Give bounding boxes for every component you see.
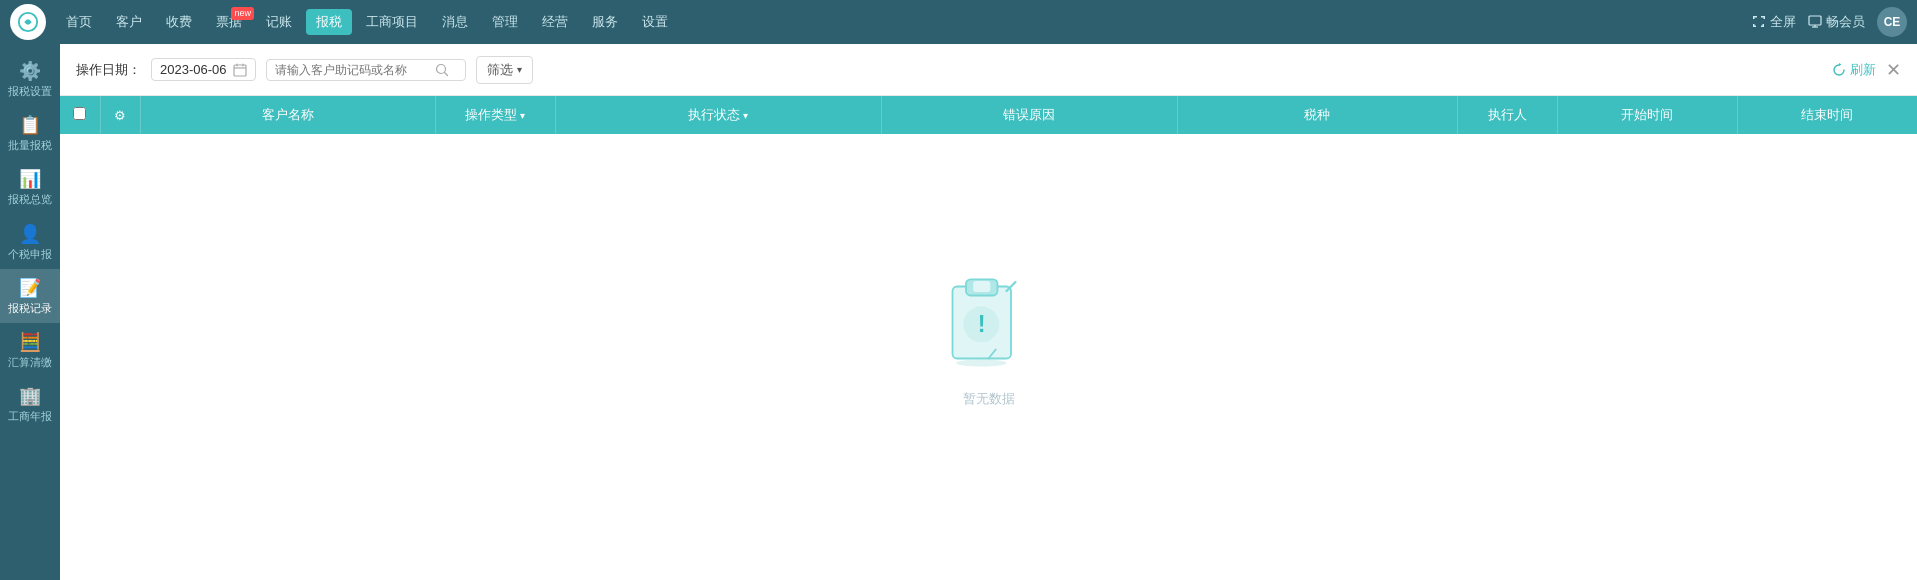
data-table: ⚙ 客户名称操作类型▾执行状态▾错误原因税种执行人开始时间结束时间 xyxy=(60,96,1917,134)
tax-settings-icon: ⚙️ xyxy=(19,60,41,82)
member-button[interactable]: 畅会员 xyxy=(1808,13,1865,31)
search-box[interactable] xyxy=(266,59,466,81)
nav-item-business[interactable]: 工商项目 xyxy=(356,9,428,35)
th-gear: ⚙ xyxy=(100,96,140,134)
sidebar-item-personal-tax[interactable]: 👤 个税申报 xyxy=(0,215,60,269)
filter-label: 筛选 xyxy=(487,61,513,79)
sidebar-label-tax-settings: 报税设置 xyxy=(8,85,52,98)
nav-item-settings[interactable]: 设置 xyxy=(632,9,678,35)
personal-tax-icon: 👤 xyxy=(19,223,41,245)
nav-item-tax[interactable]: 报税 xyxy=(306,9,352,35)
sidebar-item-annual-report[interactable]: 🏢 工商年报 xyxy=(0,377,60,431)
empty-state: ! 暂无数据 xyxy=(939,268,1039,408)
sort-icon-op-type: ▾ xyxy=(520,110,525,121)
sidebar: ⚙️ 报税设置 📋 批量报税 📊 报税总览 👤 个税申报 📝 报税记录 🧮 汇算清缴 🏢 工商年报 xyxy=(0,44,60,580)
layout: ⚙️ 报税设置 📋 批量报税 📊 报税总览 👤 个税申报 📝 报税记录 🧮 汇算清缴 🏢 工商年报 操作日… xyxy=(0,44,1917,580)
member-label: 畅会员 xyxy=(1826,13,1865,31)
annual-report-icon: 🏢 xyxy=(19,385,41,407)
th-tax-type: 税种 xyxy=(1177,96,1457,134)
table-header-row: ⚙ 客户名称操作类型▾执行状态▾错误原因税种执行人开始时间结束时间 xyxy=(60,96,1917,134)
sidebar-label-calculate-pay: 汇算清缴 xyxy=(8,356,52,369)
sort-icon-exec-status: ▾ xyxy=(743,110,748,121)
chevron-down-icon: ▾ xyxy=(517,64,522,75)
empty-icon: ! xyxy=(939,268,1039,378)
app-logo[interactable] xyxy=(10,4,46,40)
tax-overview-icon: 📊 xyxy=(19,168,41,190)
refresh-label: 刷新 xyxy=(1850,61,1876,79)
nav-item-invoices[interactable]: 票据new xyxy=(206,9,252,35)
tax-records-icon: 📝 xyxy=(19,277,41,299)
sidebar-item-tax-records[interactable]: 📝 报税记录 xyxy=(0,269,60,323)
sidebar-item-batch-tax[interactable]: 📋 批量报税 xyxy=(0,106,60,160)
nav-item-management[interactable]: 管理 xyxy=(482,9,528,35)
th-end-time: 结束时间 xyxy=(1737,96,1917,134)
sidebar-item-calculate-pay[interactable]: 🧮 汇算清缴 xyxy=(0,323,60,377)
gear-icon[interactable]: ⚙ xyxy=(114,108,126,123)
refresh-button[interactable]: 刷新 xyxy=(1832,61,1876,79)
th-exec-status[interactable]: 执行状态▾ xyxy=(555,96,881,134)
sidebar-label-annual-report: 工商年报 xyxy=(8,410,52,423)
toolbar: 操作日期： 2023-06-06 筛选 ▾ xyxy=(60,44,1917,96)
avatar[interactable]: CE xyxy=(1877,7,1907,37)
close-button[interactable]: ✕ xyxy=(1886,61,1901,79)
nav-items: 首页客户收费票据new记账报税工商项目消息管理经营服务设置 xyxy=(56,9,1752,35)
sidebar-item-tax-overview[interactable]: 📊 报税总览 xyxy=(0,160,60,214)
sidebar-label-batch-tax: 批量报税 xyxy=(8,139,52,152)
nav-item-operations[interactable]: 经营 xyxy=(532,9,578,35)
batch-tax-icon: 📋 xyxy=(19,114,41,136)
fullscreen-label: 全屏 xyxy=(1770,13,1796,31)
calculate-pay-icon: 🧮 xyxy=(19,331,41,353)
th-client-name: 客户名称 xyxy=(140,96,435,134)
date-label: 操作日期： xyxy=(76,61,141,79)
th-op-type[interactable]: 操作类型▾ xyxy=(435,96,555,134)
search-icon xyxy=(435,63,449,77)
svg-rect-6 xyxy=(973,281,990,292)
search-input[interactable] xyxy=(275,63,435,77)
nav-item-accounting[interactable]: 记账 xyxy=(256,9,302,35)
empty-text: 暂无数据 xyxy=(963,390,1015,408)
filter-button[interactable]: 筛选 ▾ xyxy=(476,56,533,84)
nav-item-billing[interactable]: 收费 xyxy=(156,9,202,35)
th-start-time: 开始时间 xyxy=(1557,96,1737,134)
sidebar-label-tax-records: 报税记录 xyxy=(8,302,52,315)
date-value: 2023-06-06 xyxy=(160,62,227,77)
nav-item-home[interactable]: 首页 xyxy=(56,9,102,35)
main-content: 操作日期： 2023-06-06 筛选 ▾ xyxy=(60,44,1917,580)
svg-text:!: ! xyxy=(977,311,985,337)
th-error-reason: 错误原因 xyxy=(882,96,1177,134)
svg-point-11 xyxy=(956,359,1006,366)
nav-badge-invoices: new xyxy=(231,7,254,20)
nav-item-messages[interactable]: 消息 xyxy=(432,9,478,35)
date-picker[interactable]: 2023-06-06 xyxy=(151,58,256,81)
nav-item-services[interactable]: 服务 xyxy=(582,9,628,35)
th-checkbox xyxy=(60,96,100,134)
top-nav-right: 全屏 畅会员 CE xyxy=(1752,7,1907,37)
svg-rect-2 xyxy=(234,65,246,76)
fullscreen-button[interactable]: 全屏 xyxy=(1752,13,1796,31)
th-executor: 执行人 xyxy=(1457,96,1557,134)
sidebar-label-personal-tax: 个税申报 xyxy=(8,248,52,261)
svg-rect-1 xyxy=(1809,16,1821,25)
table-container: ⚙ 客户名称操作类型▾执行状态▾错误原因税种执行人开始时间结束时间 ! xyxy=(60,96,1917,580)
sidebar-item-tax-settings[interactable]: ⚙️ 报税设置 xyxy=(0,52,60,106)
top-nav: 首页客户收费票据new记账报税工商项目消息管理经营服务设置 全屏 畅会员 CE xyxy=(0,0,1917,44)
sidebar-label-tax-overview: 报税总览 xyxy=(8,193,52,206)
refresh-icon xyxy=(1832,63,1846,77)
nav-item-clients[interactable]: 客户 xyxy=(106,9,152,35)
select-all-checkbox[interactable] xyxy=(73,107,86,120)
